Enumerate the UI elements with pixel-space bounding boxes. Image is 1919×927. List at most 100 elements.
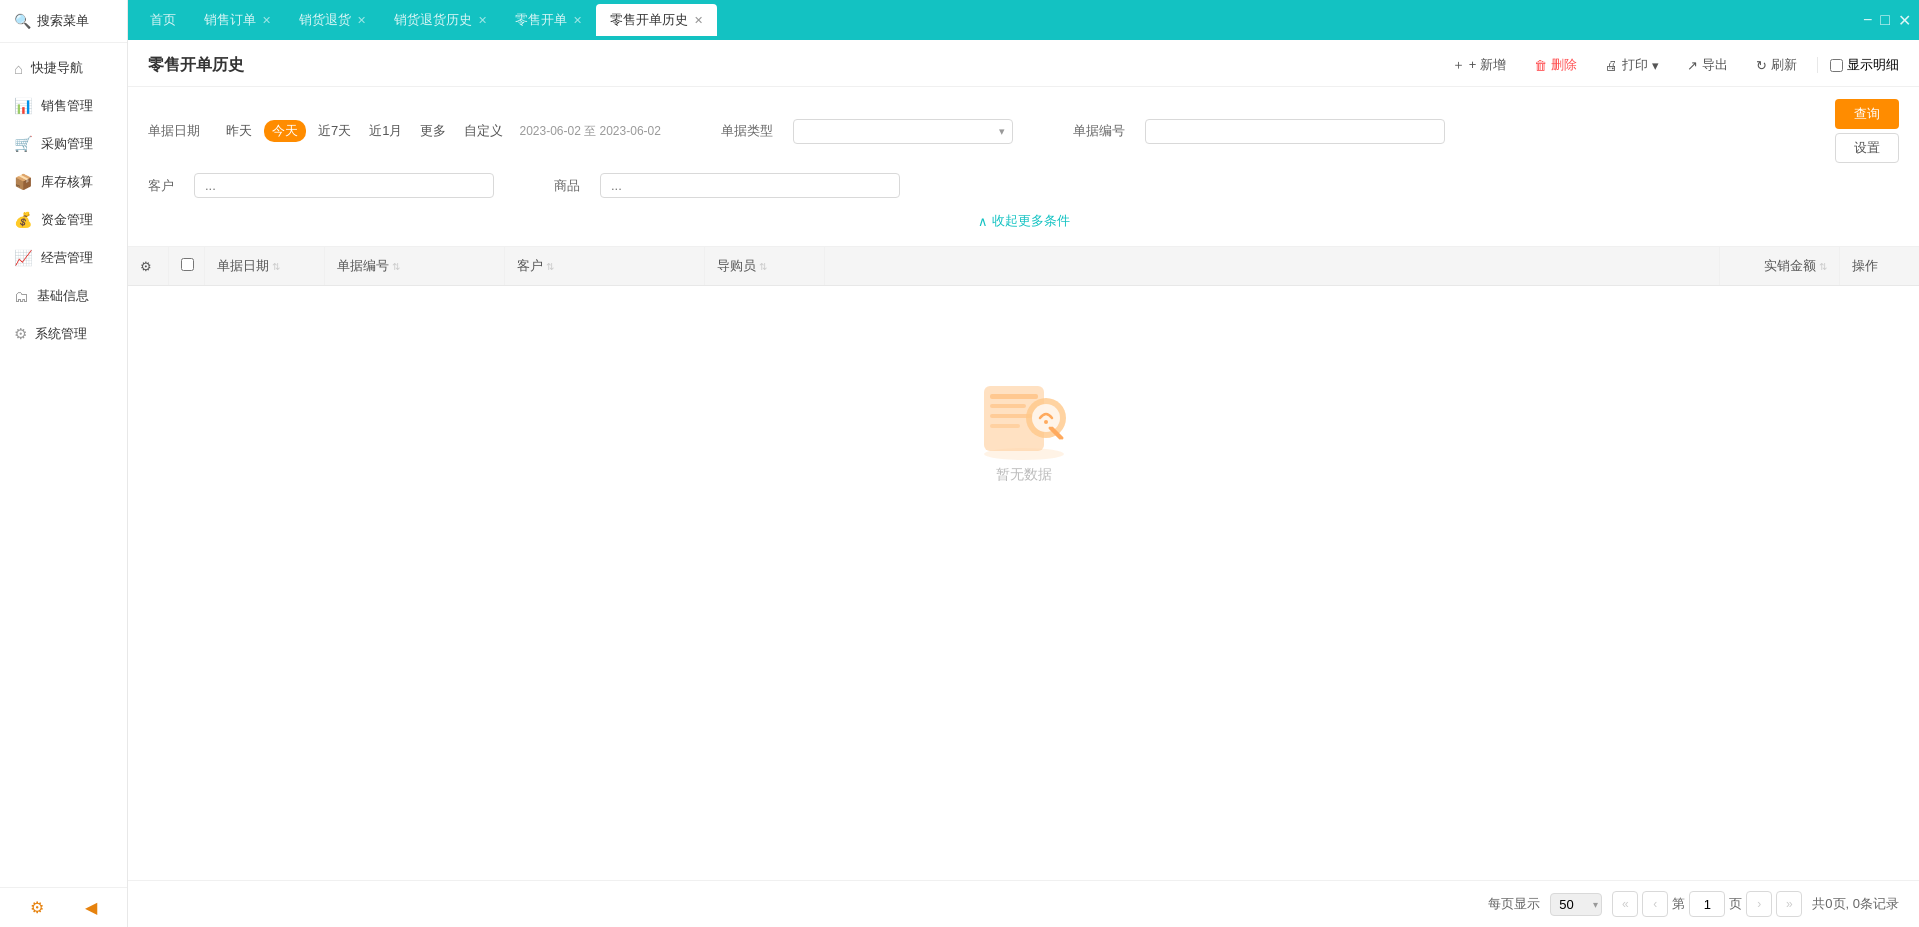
col-guide-sort-icon: ⇅ [759, 261, 767, 272]
page-input[interactable] [1689, 891, 1725, 917]
export-button[interactable]: ↗ 导出 [1679, 52, 1736, 78]
date-label: 单据日期 [148, 122, 200, 140]
date-opt-1month[interactable]: 近1月 [363, 120, 408, 142]
select-all-checkbox[interactable] [181, 258, 194, 271]
doc-type-select[interactable] [793, 119, 1013, 144]
page-header: 零售开单历史 ＋ + 新增 🗑 删除 🖨 打印 ▾ ↗ 导出 [128, 40, 1919, 87]
add-icon: ＋ [1452, 56, 1465, 74]
page-next-button[interactable]: › [1746, 891, 1772, 917]
empty-illustration [964, 366, 1084, 466]
sidebar-item-finance[interactable]: 💰资金管理 [0, 201, 127, 239]
tab-bar: 首页销售订单✕销货退货✕销货退货历史✕零售开单✕零售开单历史✕ − □ ✕ [128, 0, 1919, 40]
window-maximize-icon[interactable]: □ [1880, 11, 1890, 29]
nav-label-quick-nav: 快捷导航 [31, 59, 83, 77]
page-title: 零售开单历史 [148, 55, 244, 76]
date-opt-7days[interactable]: 近7天 [312, 120, 357, 142]
col-date[interactable]: 单据日期 ⇅ [204, 247, 324, 286]
col-num[interactable]: 单据编号 ⇅ [324, 247, 504, 286]
nav-icon-operations: 📈 [14, 249, 33, 267]
page-of-label: 页 [1729, 895, 1742, 913]
tab-close-sales-return[interactable]: ✕ [357, 14, 366, 27]
tab-sales-return-history[interactable]: 销货退货历史✕ [380, 4, 501, 36]
col-guide-label: 导购员 [717, 257, 756, 275]
nav-icon-finance: 💰 [14, 211, 33, 229]
date-opt-more[interactable]: 更多 [414, 120, 452, 142]
date-opt-today[interactable]: 今天 [264, 120, 306, 142]
date-range-display: 2023-06-02 至 2023-06-02 [519, 123, 660, 140]
col-customer-label: 客户 [517, 257, 543, 275]
svg-rect-2 [990, 394, 1038, 399]
refresh-button[interactable]: ↻ 刷新 [1748, 52, 1805, 78]
goods-label: 商品 [554, 177, 580, 195]
page-size-wrapper: 10 20 50 100 ▾ [1550, 893, 1602, 916]
collapse-bar[interactable]: ∧ 收起更多条件 [148, 208, 1899, 234]
sidebar-item-quick-nav[interactable]: ⌂快捷导航 [0, 49, 127, 87]
tab-sales-return[interactable]: 销货退货 ✕ [285, 4, 380, 36]
page-prev-button[interactable]: ‹ [1642, 891, 1668, 917]
goods-input[interactable] [600, 173, 900, 198]
tab-label-sales-return: 销货退货 [299, 11, 351, 29]
nav-label-sys-mgmt: 系统管理 [35, 325, 87, 343]
date-options: 昨天 今天 近7天 近1月 更多 自定义 2023-06-02 至 2023-0… [220, 120, 661, 142]
tab-label-retail-open: 零售开单 [515, 11, 567, 29]
sidebar: 🔍 搜索菜单 ⌂快捷导航📊销售管理🛒采购管理📦库存核算💰资金管理📈经营管理🗂基础… [0, 0, 128, 927]
print-arrow-icon: ▾ [1652, 58, 1659, 73]
sidebar-item-operations[interactable]: 📈经营管理 [0, 239, 127, 277]
page-size-select[interactable]: 10 20 50 100 [1550, 893, 1602, 916]
svg-rect-4 [990, 414, 1032, 418]
col-customer[interactable]: 客户 ⇅ [504, 247, 704, 286]
collapse-label: 收起更多条件 [992, 212, 1070, 230]
svg-rect-3 [990, 404, 1026, 408]
col-amount-label: 实销金额 [1764, 257, 1816, 275]
tab-sales-order[interactable]: 销售订单✕ [190, 4, 285, 36]
tab-close-retail-open[interactable]: ✕ [573, 14, 582, 27]
tab-close-sales-order[interactable]: ✕ [262, 14, 271, 27]
empty-text: 暂无数据 [996, 466, 1052, 484]
col-settings[interactable]: ⚙ [128, 247, 168, 286]
doc-num-input[interactable] [1145, 119, 1445, 144]
sidebar-item-purchase-mgmt[interactable]: 🛒采购管理 [0, 125, 127, 163]
display-detail-checkbox[interactable]: 显示明细 [1830, 56, 1899, 74]
date-opt-custom[interactable]: 自定义 [458, 120, 509, 142]
col-num-label: 单据编号 [337, 257, 389, 275]
col-checkbox[interactable] [168, 247, 204, 286]
tab-home[interactable]: 首页 [136, 4, 190, 36]
print-icon: 🖨 [1605, 58, 1618, 73]
tab-retail-open-history[interactable]: 零售开单历史✕ [596, 4, 717, 36]
sidebar-item-base-info[interactable]: 🗂基础信息 [0, 277, 127, 315]
col-ops-label: 操作 [1852, 258, 1878, 273]
col-amount[interactable]: 实销金额 ⇅ [1719, 247, 1839, 286]
date-opt-yesterday[interactable]: 昨天 [220, 120, 258, 142]
settings-button[interactable]: 设置 [1835, 133, 1899, 163]
col-guide[interactable]: 导购员 ⇅ [704, 247, 824, 286]
col-num-sort-icon: ⇅ [392, 261, 400, 272]
tab-close-retail-open-history[interactable]: ✕ [694, 14, 703, 27]
export-icon: ↗ [1687, 58, 1698, 73]
print-label: 打印 [1622, 56, 1648, 74]
nav-label-base-info: 基础信息 [37, 287, 89, 305]
sidebar-item-inventory[interactable]: 📦库存核算 [0, 163, 127, 201]
collapse-icon[interactable]: ◀ [85, 898, 97, 917]
sidebar-search[interactable]: 🔍 搜索菜单 [0, 0, 127, 43]
customer-input[interactable] [194, 173, 494, 198]
doc-num-label: 单据编号 [1073, 122, 1125, 140]
tab-retail-open[interactable]: 零售开单 ✕ [501, 4, 596, 36]
sidebar-search-label: 搜索菜单 [37, 12, 89, 30]
query-button[interactable]: 查询 [1835, 99, 1899, 129]
page-first-button[interactable]: « [1612, 891, 1638, 917]
sidebar-item-sales-mgmt[interactable]: 📊销售管理 [0, 87, 127, 125]
print-button[interactable]: 🖨 打印 ▾ [1597, 52, 1667, 78]
display-detail-input[interactable] [1830, 59, 1843, 72]
sidebar-item-sys-mgmt[interactable]: ⚙系统管理 [0, 315, 127, 353]
window-minimize-icon[interactable]: − [1863, 11, 1872, 29]
toolbar: ＋ + 新增 🗑 删除 🖨 打印 ▾ ↗ 导出 ↻ [1444, 52, 1899, 78]
svg-rect-5 [990, 424, 1020, 428]
refresh-icon: ↻ [1756, 58, 1767, 73]
tab-close-sales-return-history[interactable]: ✕ [478, 14, 487, 27]
nav-icon-inventory: 📦 [14, 173, 33, 191]
page-last-button[interactable]: » [1776, 891, 1802, 917]
settings-icon[interactable]: ⚙ [30, 898, 44, 917]
add-button[interactable]: ＋ + 新增 [1444, 52, 1514, 78]
window-close-icon[interactable]: ✕ [1898, 11, 1911, 30]
delete-button[interactable]: 🗑 删除 [1526, 52, 1585, 78]
